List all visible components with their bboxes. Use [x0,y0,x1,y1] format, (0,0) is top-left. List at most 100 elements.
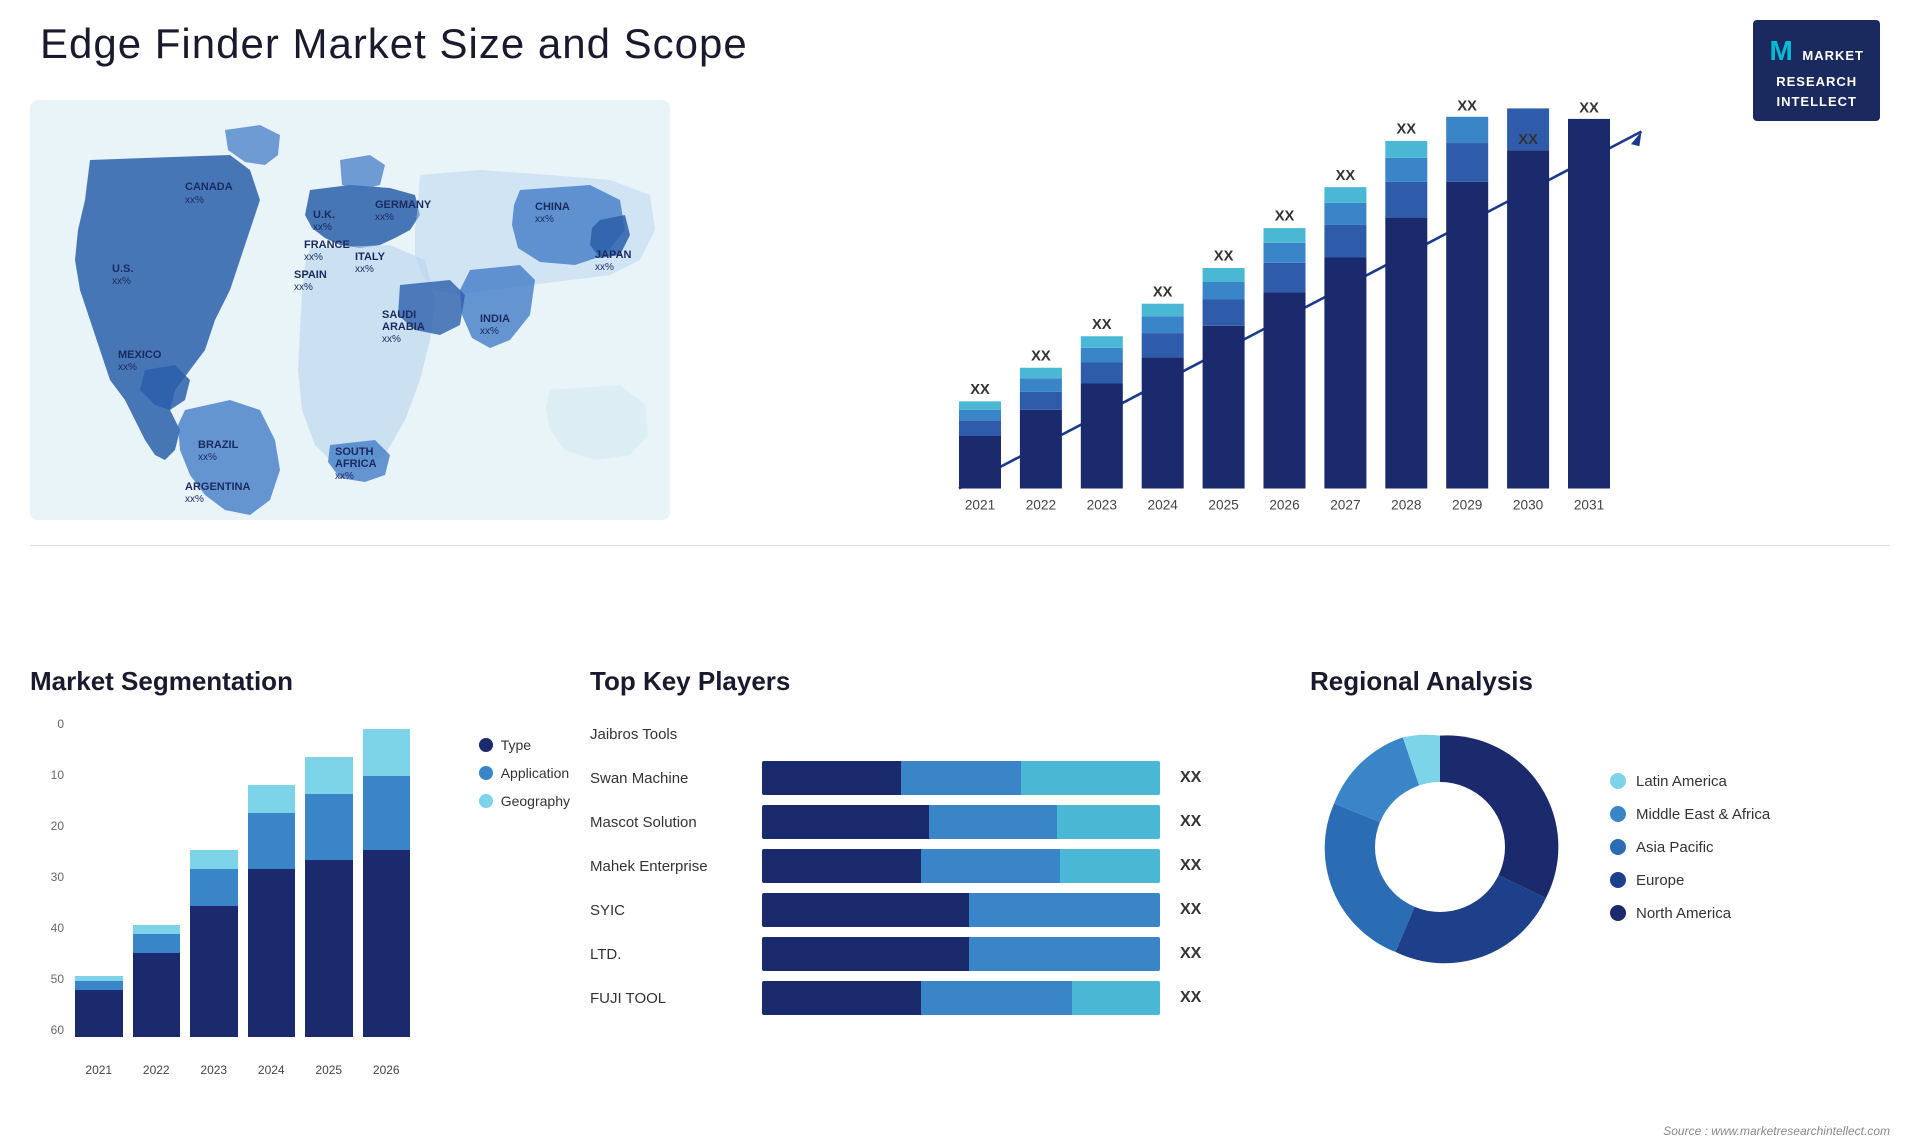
seg-y-20: 20 [51,819,64,833]
logo-m-icon: M [1769,30,1793,72]
seg-x-2022: 2022 [133,1063,181,1077]
map-pct-germany: xx% [375,212,394,223]
seg-bar-2023 [190,717,238,1037]
legend-type-label: Type [501,737,531,753]
legend-latin-label: Latin America [1636,773,1727,790]
seg-bar-2022 [133,717,181,1037]
svg-text:XX: XX [1092,317,1112,333]
seg-bar-2025 [305,717,353,1037]
player-name-mascot: Mascot Solution [590,814,750,831]
legend-europe-label: Europe [1636,872,1684,889]
seg-x-2021: 2021 [75,1063,123,1077]
svg-text:XX: XX [1275,209,1295,225]
player-xx-swan: XX [1180,769,1210,787]
world-map-section: CANADA xx% U.S. xx% MEXICO xx% BRAZIL xx… [30,100,670,520]
map-pct-china: xx% [535,214,554,225]
seg-bars-area [75,717,410,1037]
map-label-japan: JAPAN [595,249,632,261]
map-label-southafrica2: AFRICA [335,458,377,470]
svg-text:2026: 2026 [1269,497,1299,512]
seg-y-60: 60 [51,1023,64,1037]
player-row-syic: SYIC XX [590,893,1210,927]
bar-fuji-seg1 [762,981,921,1015]
map-label-italy: ITALY [355,251,386,263]
legend-europe-dot [1610,872,1626,888]
legend-asia-pacific: Asia Pacific [1610,839,1770,856]
map-label-china: CHINA [535,201,570,213]
svg-text:XX: XX [1031,348,1051,364]
map-label-canada: CANADA [185,181,233,193]
map-pct-spain: xx% [294,282,313,293]
player-bar-jaibros [762,717,1160,751]
player-xx-mahek: XX [1180,857,1210,875]
bar-mahek-seg2 [921,849,1060,883]
seg-x-2025: 2025 [305,1063,353,1077]
player-bar-syic [762,893,1160,927]
bar-fuji-seg2 [921,981,1072,1015]
svg-text:2028: 2028 [1391,497,1421,512]
donut-container: Latin America Middle East & Africa Asia … [1310,717,1890,977]
segmentation-chart: 60 50 40 30 20 10 0 [30,717,570,1077]
player-row-mahek: Mahek Enterprise XX [590,849,1210,883]
legend-mea-label: Middle East & Africa [1636,806,1770,823]
bar-ltd-seg1 [762,937,969,971]
bar-swan-seg2 [901,761,1020,795]
donut-legend: Latin America Middle East & Africa Asia … [1610,773,1770,922]
svg-text:XX: XX [1518,132,1538,148]
bar-mahek-seg3 [1060,849,1160,883]
map-label-brazil: BRAZIL [198,439,239,451]
svg-text:XX: XX [1214,249,1234,265]
svg-text:XX: XX [1153,284,1173,300]
bar-swan-seg3 [1021,761,1160,795]
player-name-jaibros: Jaibros Tools [590,726,750,743]
legend-north-america: North America [1610,905,1770,922]
map-pct-mexico: xx% [118,362,137,373]
player-row-ltd: LTD. XX [590,937,1210,971]
regional-analysis-section: Regional Analysis Latin America [1310,666,1890,1116]
map-pct-france: xx% [304,252,323,263]
svg-text:2031: 2031 [1574,497,1604,512]
seg-y-50: 50 [51,972,64,986]
legend-application: Application [479,765,570,781]
donut-chart-svg [1310,717,1570,977]
svg-text:2024: 2024 [1148,497,1179,512]
player-xx-syic: XX [1180,901,1210,919]
player-row-swan: Swan Machine XX [590,761,1210,795]
source-text: Source : www.marketresearchintellect.com [1663,1124,1890,1138]
segmentation-title: Market Segmentation [30,666,570,697]
map-pct-india: xx% [480,326,499,337]
bar-fuji-seg3 [1072,981,1160,1015]
bar-ltd-seg2 [969,937,1160,971]
legend-latin-america: Latin America [1610,773,1770,790]
bar-syic-seg2 [969,893,1160,927]
key-players-section: Top Key Players Jaibros Tools Swan Machi… [590,666,1210,1116]
player-name-syic: SYIC [590,902,750,919]
legend-latin-dot [1610,773,1626,789]
legend-type-dot [479,738,493,752]
svg-text:XX: XX [1579,101,1599,117]
player-bar-mascot [762,805,1160,839]
map-pct-japan: xx% [595,262,614,273]
svg-text:2027: 2027 [1330,497,1360,512]
seg-x-2026: 2026 [363,1063,411,1077]
player-bar-fuji [762,981,1160,1015]
legend-na-dot [1610,905,1626,921]
map-pct-italy: xx% [355,264,374,275]
seg-bar-2021 [75,717,123,1037]
svg-text:2023: 2023 [1087,497,1117,512]
map-pct-southafrica: xx% [335,471,354,482]
svg-text:2021: 2021 [965,497,995,512]
seg-legend: Type Application Geography [479,737,570,809]
legend-mea: Middle East & Africa [1610,806,1770,823]
map-pct-argentina: xx% [185,494,204,505]
map-label-argentina: ARGENTINA [185,481,250,493]
svg-text:2029: 2029 [1452,497,1482,512]
map-label-spain: SPAIN [294,269,327,281]
bar-syic-seg1 [762,893,969,927]
map-label-india: INDIA [480,313,510,325]
divider [30,545,1890,546]
svg-text:XX: XX [1336,168,1356,184]
legend-asia-label: Asia Pacific [1636,839,1714,856]
donut-hole [1375,782,1505,912]
map-label-mexico: MEXICO [118,349,162,361]
